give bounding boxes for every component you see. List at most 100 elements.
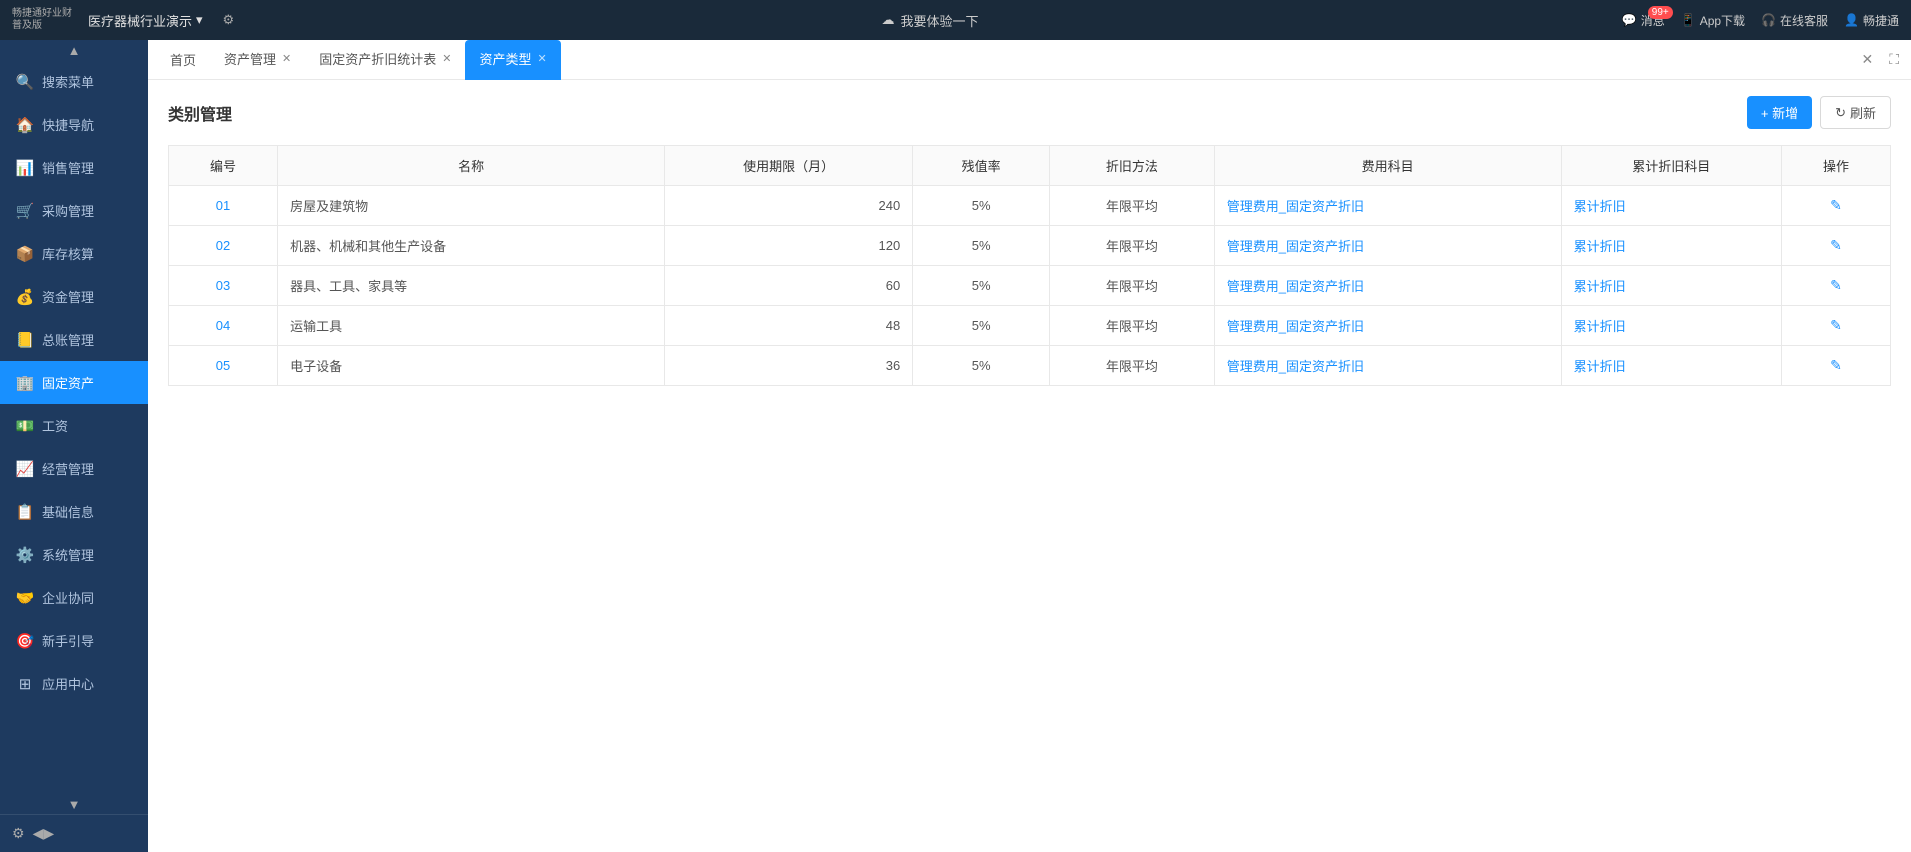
- fixed-assets-icon: 🏢: [16, 374, 34, 392]
- cell-method-1: 年限平均: [1050, 226, 1215, 266]
- tab-asset-type-label: 资产类型: [479, 49, 531, 68]
- cell-method-2: 年限平均: [1050, 266, 1215, 306]
- workspace-selector[interactable]: 医疗器械行业演示 ▾: [80, 7, 211, 34]
- sidebar-item-fixed-assets[interactable]: 🏢 固定资产: [0, 361, 148, 404]
- top-bar-center[interactable]: ☁ 我要体验一下: [881, 11, 978, 30]
- user-avatar-btn[interactable]: 👤 畅捷通: [1844, 12, 1899, 29]
- sidebar-item-business[interactable]: 📈 经营管理: [0, 447, 148, 490]
- main-layout: ▲ 🔍 搜索菜单 🏠 快捷导航 📊 销售管理 🛒 采购管理 📦 库存核算: [0, 40, 1911, 852]
- top-bar: 畅捷通好业财 普及版 医疗器械行业演示 ▾ ⚙ ☁ 我要体验一下 💬 消息 99…: [0, 0, 1911, 40]
- settings-icon[interactable]: ⚙: [219, 8, 239, 32]
- sidebar-item-basic-info[interactable]: 📋 基础信息: [0, 490, 148, 533]
- search-icon: 🔍: [16, 73, 34, 91]
- sidebar-item-search[interactable]: 🔍 搜索菜单: [0, 60, 148, 103]
- edit-icon-3[interactable]: ✎: [1830, 317, 1842, 333]
- sidebar-scroll: 🔍 搜索菜单 🏠 快捷导航 📊 销售管理 🛒 采购管理 📦 库存核算 💰: [0, 60, 148, 794]
- cell-expense-1: 管理费用_固定资产折旧: [1214, 226, 1561, 266]
- collapse-sidebar-icon[interactable]: ◀▶: [33, 825, 55, 842]
- tab-asset-management[interactable]: 资产管理 ✕: [210, 40, 305, 80]
- app-name: 畅捷通好业财: [12, 8, 72, 20]
- cell-action-1: ✎: [1781, 226, 1890, 266]
- refresh-label: 刷新: [1850, 103, 1876, 122]
- refresh-button[interactable]: ↻ 刷新: [1820, 96, 1891, 129]
- sidebar-item-system-label: 系统管理: [42, 545, 94, 564]
- edit-icon-0[interactable]: ✎: [1830, 197, 1842, 213]
- tab-depreciation-stats-close[interactable]: ✕: [442, 52, 451, 65]
- cell-residual-4: 5%: [913, 346, 1050, 386]
- new-button[interactable]: + 新增: [1747, 96, 1812, 129]
- header-actions: + 新增 ↻ 刷新: [1747, 96, 1891, 129]
- sidebar-item-payroll[interactable]: 💵 工资: [0, 404, 148, 447]
- tab-asset-type-close[interactable]: ✕: [538, 52, 547, 65]
- table-row: 01 房屋及建筑物 240 5% 年限平均 管理费用_固定资产折旧 累计折旧 ✎: [169, 186, 1891, 226]
- page-title: 类别管理: [168, 101, 232, 125]
- sidebar-item-quicknav[interactable]: 🏠 快捷导航: [0, 103, 148, 146]
- app-version: 普及版: [12, 20, 72, 32]
- cell-expense-0: 管理费用_固定资产折旧: [1214, 186, 1561, 226]
- cell-action-3: ✎: [1781, 306, 1890, 346]
- sidebar-item-sales[interactable]: 📊 销售管理: [0, 146, 148, 189]
- cell-method-0: 年限平均: [1050, 186, 1215, 226]
- cell-accumulated-3: 累计折旧: [1561, 306, 1781, 346]
- download-icon: 📱: [1681, 13, 1696, 27]
- scroll-up-arrow[interactable]: ▲: [0, 40, 148, 60]
- message-icon: 💬: [1622, 13, 1637, 27]
- sidebar: ▲ 🔍 搜索菜单 🏠 快捷导航 📊 销售管理 🛒 采购管理 📦 库存核算: [0, 40, 148, 852]
- cell-name-3: 运输工具: [278, 306, 665, 346]
- edit-icon-2[interactable]: ✎: [1830, 277, 1842, 293]
- sidebar-item-system[interactable]: ⚙️ 系统管理: [0, 533, 148, 576]
- cell-name-1: 机器、机械和其他生产设备: [278, 226, 665, 266]
- edit-icon-4[interactable]: ✎: [1830, 357, 1842, 373]
- sales-icon: 📊: [16, 159, 34, 177]
- messages-btn[interactable]: 💬 消息 99+: [1622, 12, 1665, 29]
- sidebar-item-inventory[interactable]: 📦 库存核算: [0, 232, 148, 275]
- sidebar-item-purchase[interactable]: 🛒 采购管理: [0, 189, 148, 232]
- app-download-label: App下载: [1700, 12, 1745, 29]
- top-bar-right: 💬 消息 99+ 📱 App下载 🎧 在线客服 👤 畅捷通: [1622, 12, 1899, 29]
- sidebar-item-business-label: 经营管理: [42, 459, 94, 478]
- cell-period-1: 120: [665, 226, 913, 266]
- purchase-icon: 🛒: [16, 202, 34, 220]
- chevron-down-icon: ▾: [196, 12, 203, 28]
- tab-home[interactable]: 首页: [156, 40, 210, 80]
- sidebar-item-ledger[interactable]: 📒 总账管理: [0, 318, 148, 361]
- sidebar-item-guide-label: 新手引导: [42, 631, 94, 650]
- finance-icon: 💰: [16, 288, 34, 306]
- table-row: 02 机器、机械和其他生产设备 120 5% 年限平均 管理费用_固定资产折旧 …: [169, 226, 1891, 266]
- refresh-icon: ↻: [1835, 105, 1846, 121]
- sidebar-item-collab[interactable]: 🤝 企业协同: [0, 576, 148, 619]
- avatar-icon: 👤: [1844, 13, 1859, 27]
- cell-accumulated-1: 累计折旧: [1561, 226, 1781, 266]
- app-logo: 畅捷通好业财 普及版: [12, 8, 72, 32]
- cell-residual-1: 5%: [913, 226, 1050, 266]
- tab-asset-type[interactable]: 资产类型 ✕: [465, 40, 560, 80]
- cell-code-0: 01: [169, 186, 278, 226]
- tab-asset-management-close[interactable]: ✕: [282, 52, 291, 65]
- cell-period-0: 240: [665, 186, 913, 226]
- col-header-accumulated: 累计折旧科目: [1561, 146, 1781, 186]
- table-row: 05 电子设备 36 5% 年限平均 管理费用_固定资产折旧 累计折旧 ✎: [169, 346, 1891, 386]
- cell-expense-4: 管理费用_固定资产折旧: [1214, 346, 1561, 386]
- online-service-btn[interactable]: 🎧 在线客服: [1761, 12, 1828, 29]
- content-area: 首页 资产管理 ✕ 固定资产折旧统计表 ✕ 资产类型 ✕ ✕ ⛶ 类别管理: [148, 40, 1911, 852]
- cell-action-4: ✎: [1781, 346, 1890, 386]
- payroll-icon: 💵: [16, 417, 34, 435]
- tab-bar-actions: ✕ ⛶: [1857, 49, 1903, 70]
- sidebar-item-app-center[interactable]: ⊞ 应用中心: [0, 662, 148, 705]
- expand-icon[interactable]: ⛶: [1885, 49, 1903, 70]
- edit-icon-1[interactable]: ✎: [1830, 237, 1842, 253]
- scroll-down-arrow[interactable]: ▼: [0, 794, 148, 814]
- close-tab-icon[interactable]: ✕: [1857, 49, 1877, 70]
- basic-info-icon: 📋: [16, 503, 34, 521]
- sidebar-item-guide[interactable]: 🎯 新手引导: [0, 619, 148, 662]
- sidebar-item-sales-label: 销售管理: [42, 158, 94, 177]
- app-download-btn[interactable]: 📱 App下载: [1681, 12, 1745, 29]
- sidebar-item-finance[interactable]: 💰 资金管理: [0, 275, 148, 318]
- system-icon: ⚙️: [16, 546, 34, 564]
- cell-period-3: 48: [665, 306, 913, 346]
- inventory-icon: 📦: [16, 245, 34, 263]
- bottom-settings-icon[interactable]: ⚙: [12, 825, 25, 842]
- sidebar-item-purchase-label: 采购管理: [42, 201, 94, 220]
- tab-depreciation-stats[interactable]: 固定资产折旧统计表 ✕: [305, 40, 465, 80]
- col-header-code: 编号: [169, 146, 278, 186]
